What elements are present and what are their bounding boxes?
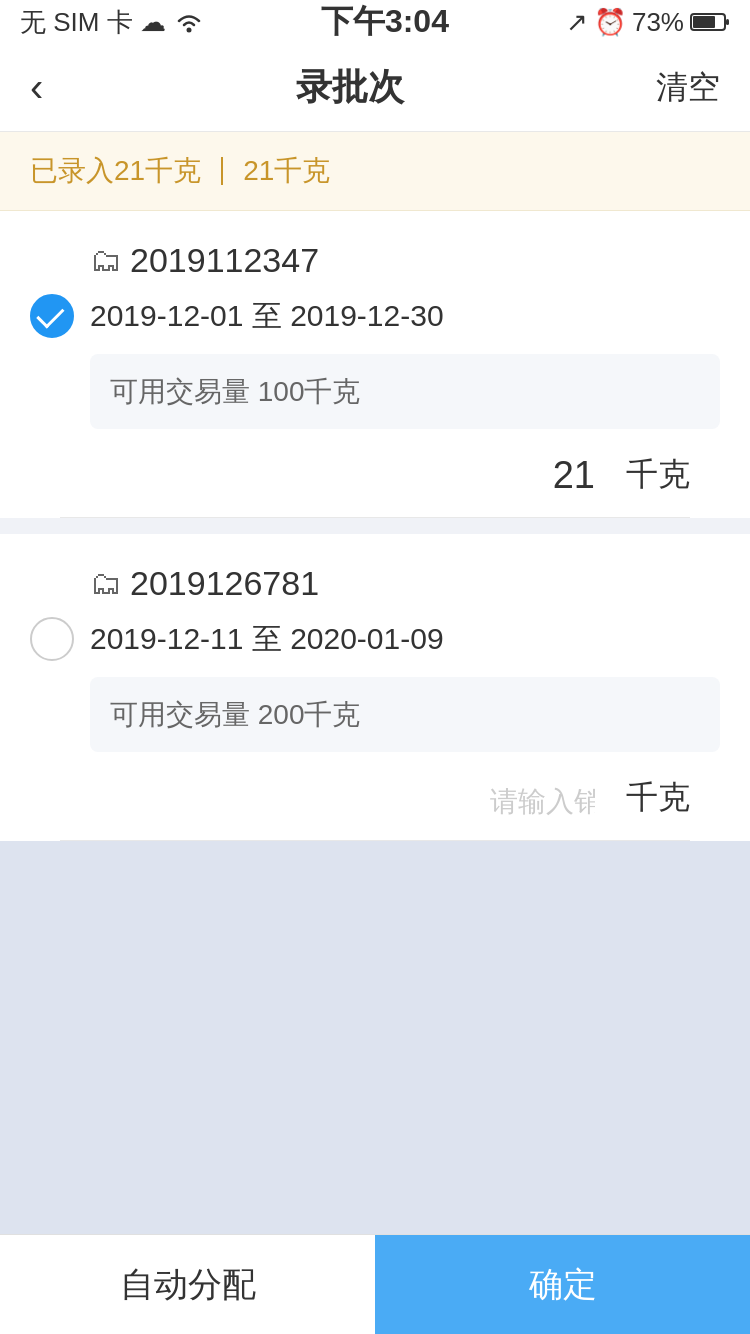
status-left: 无 SIM 卡 ☁ xyxy=(20,5,204,40)
batch-amount-row-2: 千克 xyxy=(30,752,720,840)
radio-1[interactable] xyxy=(30,294,74,338)
alarm-icon: ⏰ xyxy=(594,7,626,38)
batch-item-1: 🗂 2019112347 2019-12-01 至 2019-12-30 可用交… xyxy=(0,211,750,518)
section-divider xyxy=(0,518,750,534)
auto-distribute-label: 自动分配 xyxy=(120,1262,256,1308)
current-amount: 21千克 xyxy=(243,152,330,190)
batch-date-row-2[interactable]: 2019-12-11 至 2020-01-09 xyxy=(30,617,720,661)
batch-id-row-1: 🗂 2019112347 xyxy=(30,241,720,280)
info-banner: 已录入21千克 21千克 xyxy=(0,132,750,211)
recorded-amount: 已录入21千克 xyxy=(30,152,201,190)
status-right: ↗ ⏰ 73% xyxy=(566,7,730,38)
batch-amount-input-2[interactable] xyxy=(490,777,610,820)
svg-rect-2 xyxy=(693,16,715,28)
footer: 自动分配 确定 xyxy=(0,1234,750,1334)
nav-bar: ‹ 录批次 清空 xyxy=(0,44,750,132)
batch-unit-2: 千克 xyxy=(626,776,690,820)
status-bar: 无 SIM 卡 ☁ 下午3:04 ↗ ⏰ 73% xyxy=(0,0,750,44)
batch-item-2: 🗂 2019126781 2019-12-11 至 2020-01-09 可用交… xyxy=(0,534,750,841)
batch-date-1: 2019-12-01 至 2019-12-30 xyxy=(90,296,444,337)
location-icon: ↗ xyxy=(566,7,588,38)
page-title: 录批次 xyxy=(296,63,404,112)
battery-icon xyxy=(690,11,730,33)
banner-divider xyxy=(221,157,223,185)
batch-quota-1: 可用交易量 100千克 xyxy=(90,354,720,429)
batch-id-1: 2019112347 xyxy=(130,241,319,280)
batch-id-row-2: 🗂 2019126781 xyxy=(30,564,720,603)
batch-icon-1: 🗂 xyxy=(90,242,122,279)
confirm-label: 确定 xyxy=(529,1262,597,1308)
batch-date-row-1[interactable]: 2019-12-01 至 2019-12-30 xyxy=(30,294,720,338)
sim-status: 无 SIM 卡 ☁ xyxy=(20,5,166,40)
svg-rect-3 xyxy=(726,19,729,25)
batch-quota-text-1: 可用交易量 100千克 xyxy=(110,376,361,407)
back-button[interactable]: ‹ xyxy=(30,65,43,110)
auto-distribute-button[interactable]: 自动分配 xyxy=(0,1235,375,1334)
batch-date-2: 2019-12-11 至 2020-01-09 xyxy=(90,619,444,660)
radio-2[interactable] xyxy=(30,617,74,661)
batch-amount-row-1: 千克 xyxy=(30,429,720,517)
batch-quota-text-2: 可用交易量 200千克 xyxy=(110,699,361,730)
confirm-button[interactable]: 确定 xyxy=(375,1235,750,1334)
batch-amount-input-1[interactable] xyxy=(490,454,610,497)
batch-id-2: 2019126781 xyxy=(130,564,319,603)
status-time: 下午3:04 xyxy=(321,0,449,44)
battery-percent: 73% xyxy=(632,7,684,38)
batch-icon-2: 🗂 xyxy=(90,565,122,602)
batch-unit-1: 千克 xyxy=(626,453,690,497)
clear-button[interactable]: 清空 xyxy=(656,66,720,110)
wifi-icon xyxy=(174,11,204,33)
svg-point-0 xyxy=(186,28,191,33)
batch-quota-2: 可用交易量 200千克 xyxy=(90,677,720,752)
